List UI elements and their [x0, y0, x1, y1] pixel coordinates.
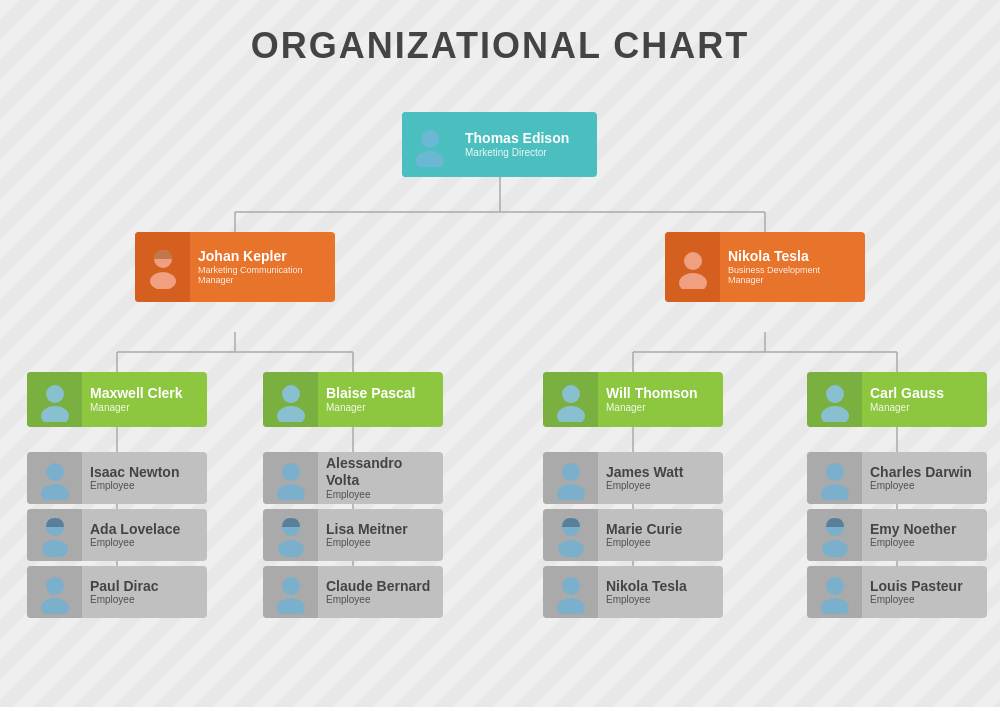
- card-james-watt: James Watt Employee: [543, 452, 723, 504]
- card-isaac-newton: Isaac Newton Employee: [27, 452, 207, 504]
- card-info-charles: Charles Darwin Employee: [862, 460, 987, 497]
- card-carl-gauss: Carl Gauss Manager: [807, 372, 987, 427]
- svg-point-33: [679, 273, 707, 289]
- card-info-marie: Marie Curie Employee: [598, 517, 723, 554]
- svg-point-39: [557, 406, 585, 422]
- org-chart: Thomas Edison Marketing Director Johan K…: [20, 77, 980, 707]
- svg-point-49: [277, 484, 305, 500]
- svg-point-57: [558, 540, 584, 557]
- svg-point-51: [278, 540, 304, 557]
- card-info-maxwell: Maxwell Clerk Manager: [82, 381, 207, 418]
- svg-point-46: [46, 577, 64, 595]
- card-ada-lovelace: Ada Lovelace Employee: [27, 509, 207, 561]
- card-thomas-edison: Thomas Edison Marketing Director: [402, 112, 597, 177]
- chart-title: ORGANIZATIONAL CHART: [20, 10, 980, 77]
- card-blaise-pascal: Blaise Pascal Manager: [263, 372, 443, 427]
- card-claude-bernard: Claude Bernard Employee: [263, 566, 443, 618]
- card-maxwell-clerk: Maxwell Clerk Manager: [27, 372, 207, 427]
- card-info-johan: Johan Kepler Marketing Communication Man…: [190, 244, 335, 290]
- card-johan-kepler: Johan Kepler Marketing Communication Man…: [135, 232, 335, 302]
- svg-point-55: [557, 484, 585, 500]
- avatar-carl: [807, 372, 862, 427]
- svg-point-34: [46, 385, 64, 403]
- card-charles-darwin: Charles Darwin Employee: [807, 452, 987, 504]
- card-info-blaise: Blaise Pascal Manager: [318, 381, 443, 418]
- card-info-carl: Carl Gauss Manager: [862, 381, 987, 418]
- avatar-james: [543, 452, 598, 504]
- svg-point-35: [41, 406, 69, 422]
- svg-point-65: [821, 598, 849, 614]
- avatar-nikola-t: [665, 232, 720, 302]
- svg-point-48: [282, 463, 300, 481]
- card-lisa-meitner: Lisa Meitner Employee: [263, 509, 443, 561]
- card-nikola-employee: Nikola Tesla Employee: [543, 566, 723, 618]
- avatar-charles: [807, 452, 862, 504]
- avatar-paul: [27, 566, 82, 618]
- svg-point-52: [282, 577, 300, 595]
- svg-point-54: [562, 463, 580, 481]
- svg-point-29: [416, 151, 444, 167]
- svg-point-43: [41, 484, 69, 500]
- card-info-lisa: Lisa Meitner Employee: [318, 517, 443, 554]
- svg-point-41: [821, 406, 849, 422]
- svg-point-32: [684, 252, 702, 270]
- card-nikola-tesla-manager: Nikola Tesla Business Development Manage…: [665, 232, 865, 302]
- card-info-claude: Claude Bernard Employee: [318, 574, 443, 611]
- svg-point-47: [41, 598, 69, 614]
- avatar-louis: [807, 566, 862, 618]
- svg-point-61: [821, 484, 849, 500]
- card-info-will: Will Thomson Manager: [598, 381, 723, 418]
- card-emy-noether: Emy Noether Employee: [807, 509, 987, 561]
- card-info-james: James Watt Employee: [598, 460, 723, 497]
- avatar-lisa: [263, 509, 318, 561]
- avatar-blaise: [263, 372, 318, 427]
- card-alessandro-volta: Alessandro Volta Employee: [263, 452, 443, 504]
- svg-point-38: [562, 385, 580, 403]
- svg-point-45: [42, 540, 68, 557]
- avatar-emy: [807, 509, 862, 561]
- svg-point-37: [277, 406, 305, 422]
- avatar-isaac: [27, 452, 82, 504]
- svg-point-59: [557, 598, 585, 614]
- avatar-johan: [135, 232, 190, 302]
- svg-point-28: [421, 130, 439, 148]
- card-info-thomas: Thomas Edison Marketing Director: [457, 126, 597, 163]
- svg-point-36: [282, 385, 300, 403]
- avatar-marie: [543, 509, 598, 561]
- svg-point-58: [562, 577, 580, 595]
- svg-point-40: [826, 385, 844, 403]
- avatar-thomas: [402, 112, 457, 177]
- svg-point-64: [826, 577, 844, 595]
- card-info-emy: Emy Noether Employee: [862, 517, 987, 554]
- card-will-thomson: Will Thomson Manager: [543, 372, 723, 427]
- avatar-nikola-e: [543, 566, 598, 618]
- svg-point-31: [150, 272, 176, 289]
- card-info-nikola-e: Nikola Tesla Employee: [598, 574, 723, 611]
- card-info-louis: Louis Pasteur Employee: [862, 574, 987, 611]
- svg-point-53: [277, 598, 305, 614]
- svg-point-42: [46, 463, 64, 481]
- card-info-ada: Ada Lovelace Employee: [82, 517, 207, 554]
- avatar-will: [543, 372, 598, 427]
- avatar-maxwell: [27, 372, 82, 427]
- card-marie-curie: Marie Curie Employee: [543, 509, 723, 561]
- card-paul-dirac: Paul Dirac Employee: [27, 566, 207, 618]
- card-louis-pasteur: Louis Pasteur Employee: [807, 566, 987, 618]
- card-info-paul: Paul Dirac Employee: [82, 574, 207, 611]
- avatar-alessandro: [263, 452, 318, 504]
- avatar-ada: [27, 509, 82, 561]
- avatar-claude: [263, 566, 318, 618]
- svg-point-60: [826, 463, 844, 481]
- svg-point-63: [822, 540, 848, 557]
- card-info-nikola-t: Nikola Tesla Business Development Manage…: [720, 244, 865, 290]
- card-info-isaac: Isaac Newton Employee: [82, 460, 207, 497]
- card-info-alessandro: Alessandro Volta Employee: [318, 452, 443, 504]
